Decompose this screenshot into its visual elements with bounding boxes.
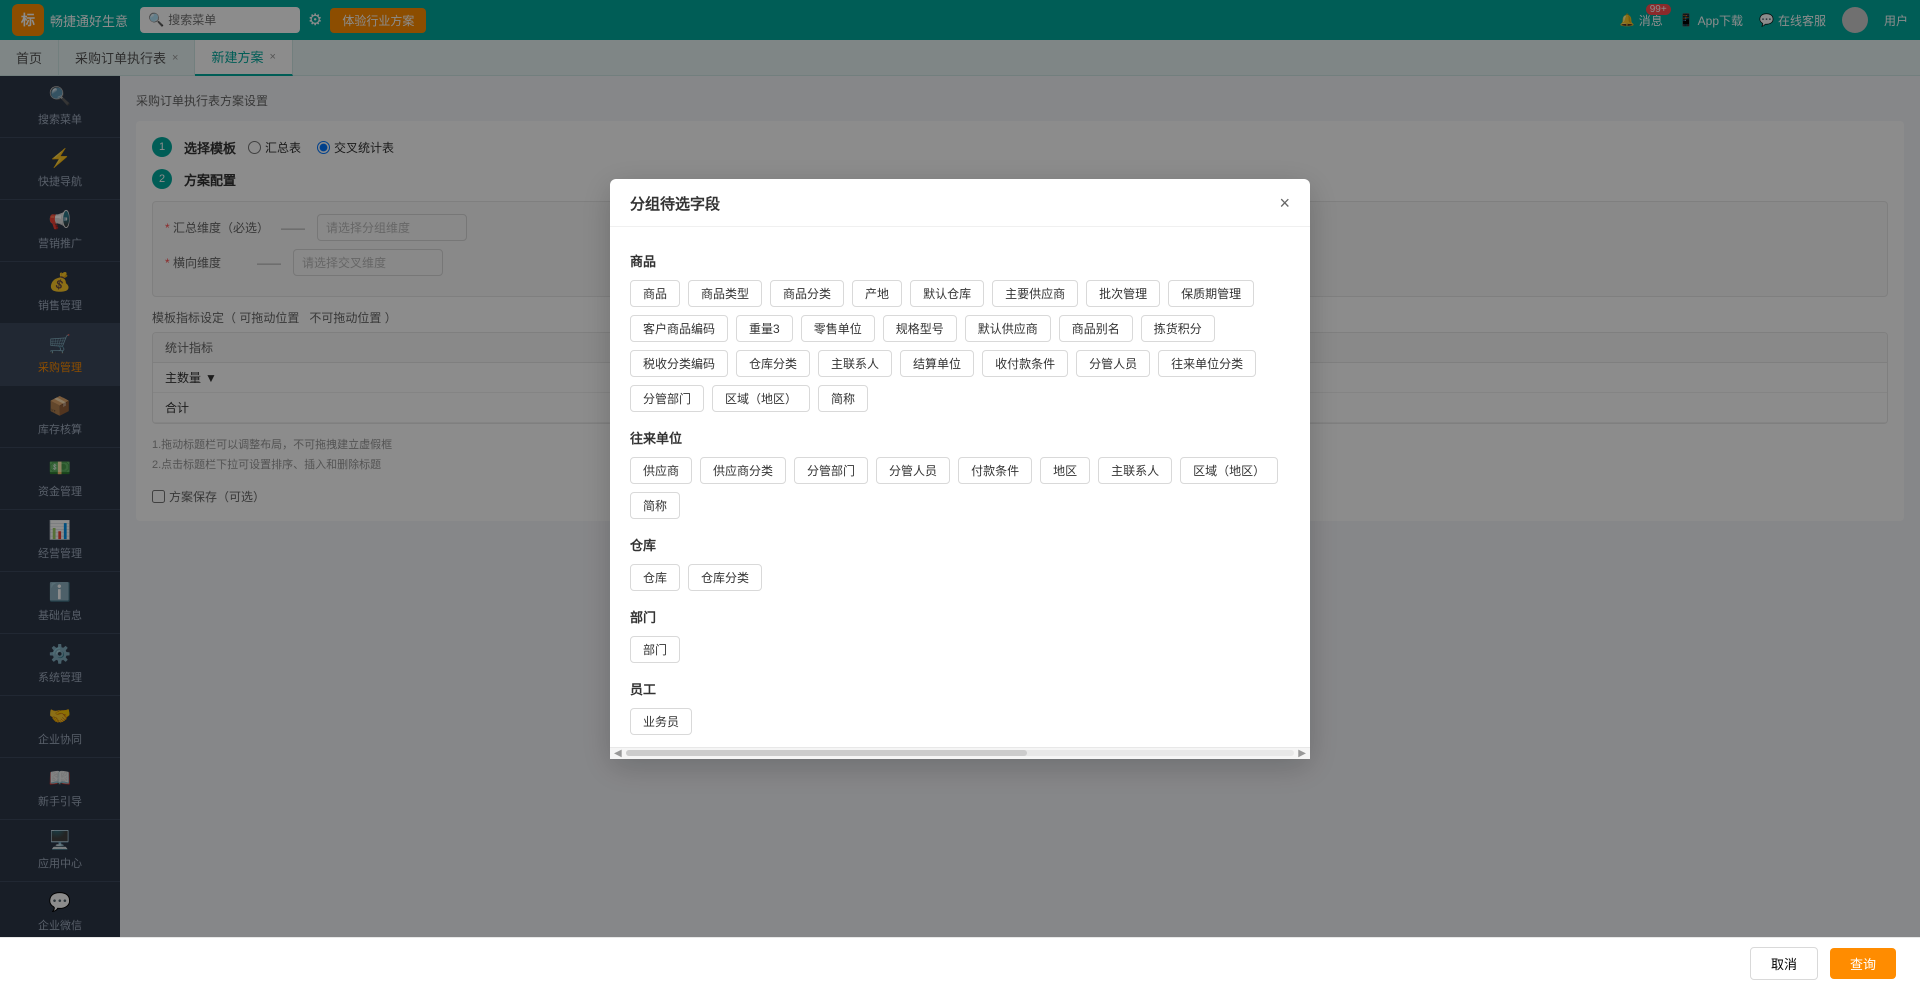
chip-weight3[interactable]: 重量3 [736, 315, 793, 342]
field-chips-partner: 供应商 供应商分类 分管部门 分管人员 付款条件 地区 主联系人 区域（地区） … [630, 457, 1290, 519]
h-scroll-track [626, 750, 1295, 756]
chip-warehouse-cat[interactable]: 仓库分类 [688, 564, 762, 591]
chip-warehouse-category[interactable]: 仓库分类 [736, 350, 810, 377]
chip-main-contact[interactable]: 主联系人 [818, 350, 892, 377]
chip-payment-condition[interactable]: 付款条件 [958, 457, 1032, 484]
chip-pick-points[interactable]: 拣货积分 [1141, 315, 1215, 342]
chip-area[interactable]: 地区 [1040, 457, 1090, 484]
modal-overlay: 分组待选字段 × 商品 商品 商品类型 商品分类 产地 默认仓库 主要供应商 批… [0, 0, 1920, 937]
chip-tax-code[interactable]: 税收分类编码 [630, 350, 728, 377]
section-title-goods: 商品 [630, 251, 1290, 270]
chip-manager[interactable]: 分管人员 [1076, 350, 1150, 377]
confirm-button[interactable]: 查询 [1830, 948, 1896, 979]
modal-title: 分组待选字段 [630, 193, 720, 214]
chip-settlement-unit[interactable]: 结算单位 [900, 350, 974, 377]
modal-header: 分组待选字段 × [610, 179, 1310, 227]
chip-region-partner[interactable]: 区域（地区） [1180, 457, 1278, 484]
chip-payment-terms[interactable]: 收付款条件 [982, 350, 1068, 377]
chip-main-contact-partner[interactable]: 主联系人 [1098, 457, 1172, 484]
section-title-partner: 往来单位 [630, 428, 1290, 447]
chip-dept-mgmt[interactable]: 分管部门 [630, 385, 704, 412]
chip-expiry-mgmt[interactable]: 保质期管理 [1168, 280, 1254, 307]
chip-partner-category[interactable]: 往来单位分类 [1158, 350, 1256, 377]
chip-goods-category[interactable]: 商品分类 [770, 280, 844, 307]
h-scroll-thumb [626, 750, 1027, 756]
h-scroll-left[interactable]: ◀ [614, 748, 622, 759]
chip-customer-goods-code[interactable]: 客户商品编码 [630, 315, 728, 342]
chip-origin[interactable]: 产地 [852, 280, 902, 307]
section-title-warehouse: 仓库 [630, 535, 1290, 554]
modal-body: 商品 商品 商品类型 商品分类 产地 默认仓库 主要供应商 批次管理 保质期管理… [610, 227, 1310, 747]
chip-supplier-category[interactable]: 供应商分类 [700, 457, 786, 484]
chip-supplier[interactable]: 供应商 [630, 457, 692, 484]
chip-staff-partner[interactable]: 分管人员 [876, 457, 950, 484]
field-selection-modal: 分组待选字段 × 商品 商品 商品类型 商品分类 产地 默认仓库 主要供应商 批… [610, 179, 1310, 759]
bottom-bar: 取消 查询 [0, 937, 1920, 989]
cancel-button[interactable]: 取消 [1750, 947, 1818, 980]
chip-retail-unit[interactable]: 零售单位 [801, 315, 875, 342]
field-chips-department: 部门 [630, 636, 1290, 663]
section-title-staff: 员工 [630, 679, 1290, 698]
modal-close-button[interactable]: × [1279, 193, 1290, 214]
chip-main-supplier[interactable]: 主要供应商 [992, 280, 1078, 307]
chip-salesperson[interactable]: 业务员 [630, 708, 692, 735]
chip-default-supplier[interactable]: 默认供应商 [965, 315, 1051, 342]
chip-warehouse[interactable]: 仓库 [630, 564, 680, 591]
field-chips-staff: 业务员 [630, 708, 1290, 735]
chip-spec-model[interactable]: 规格型号 [883, 315, 957, 342]
chip-goods[interactable]: 商品 [630, 280, 680, 307]
field-chips-goods: 商品 商品类型 商品分类 产地 默认仓库 主要供应商 批次管理 保质期管理 客户… [630, 280, 1290, 412]
chip-department[interactable]: 部门 [630, 636, 680, 663]
chip-default-warehouse[interactable]: 默认仓库 [910, 280, 984, 307]
chip-batch-mgmt[interactable]: 批次管理 [1086, 280, 1160, 307]
h-scroll-right[interactable]: ▶ [1298, 748, 1306, 759]
chip-dept-partner[interactable]: 分管部门 [794, 457, 868, 484]
chip-short-name-goods[interactable]: 简称 [818, 385, 868, 412]
modal-bottom-scroll: ◀ ▶ [610, 747, 1310, 759]
chip-goods-alias[interactable]: 商品别名 [1059, 315, 1133, 342]
chip-short-name-partner[interactable]: 简称 [630, 492, 680, 519]
chip-region-goods[interactable]: 区域（地区） [712, 385, 810, 412]
section-title-department: 部门 [630, 607, 1290, 626]
field-chips-warehouse: 仓库 仓库分类 [630, 564, 1290, 591]
chip-goods-type[interactable]: 商品类型 [688, 280, 762, 307]
